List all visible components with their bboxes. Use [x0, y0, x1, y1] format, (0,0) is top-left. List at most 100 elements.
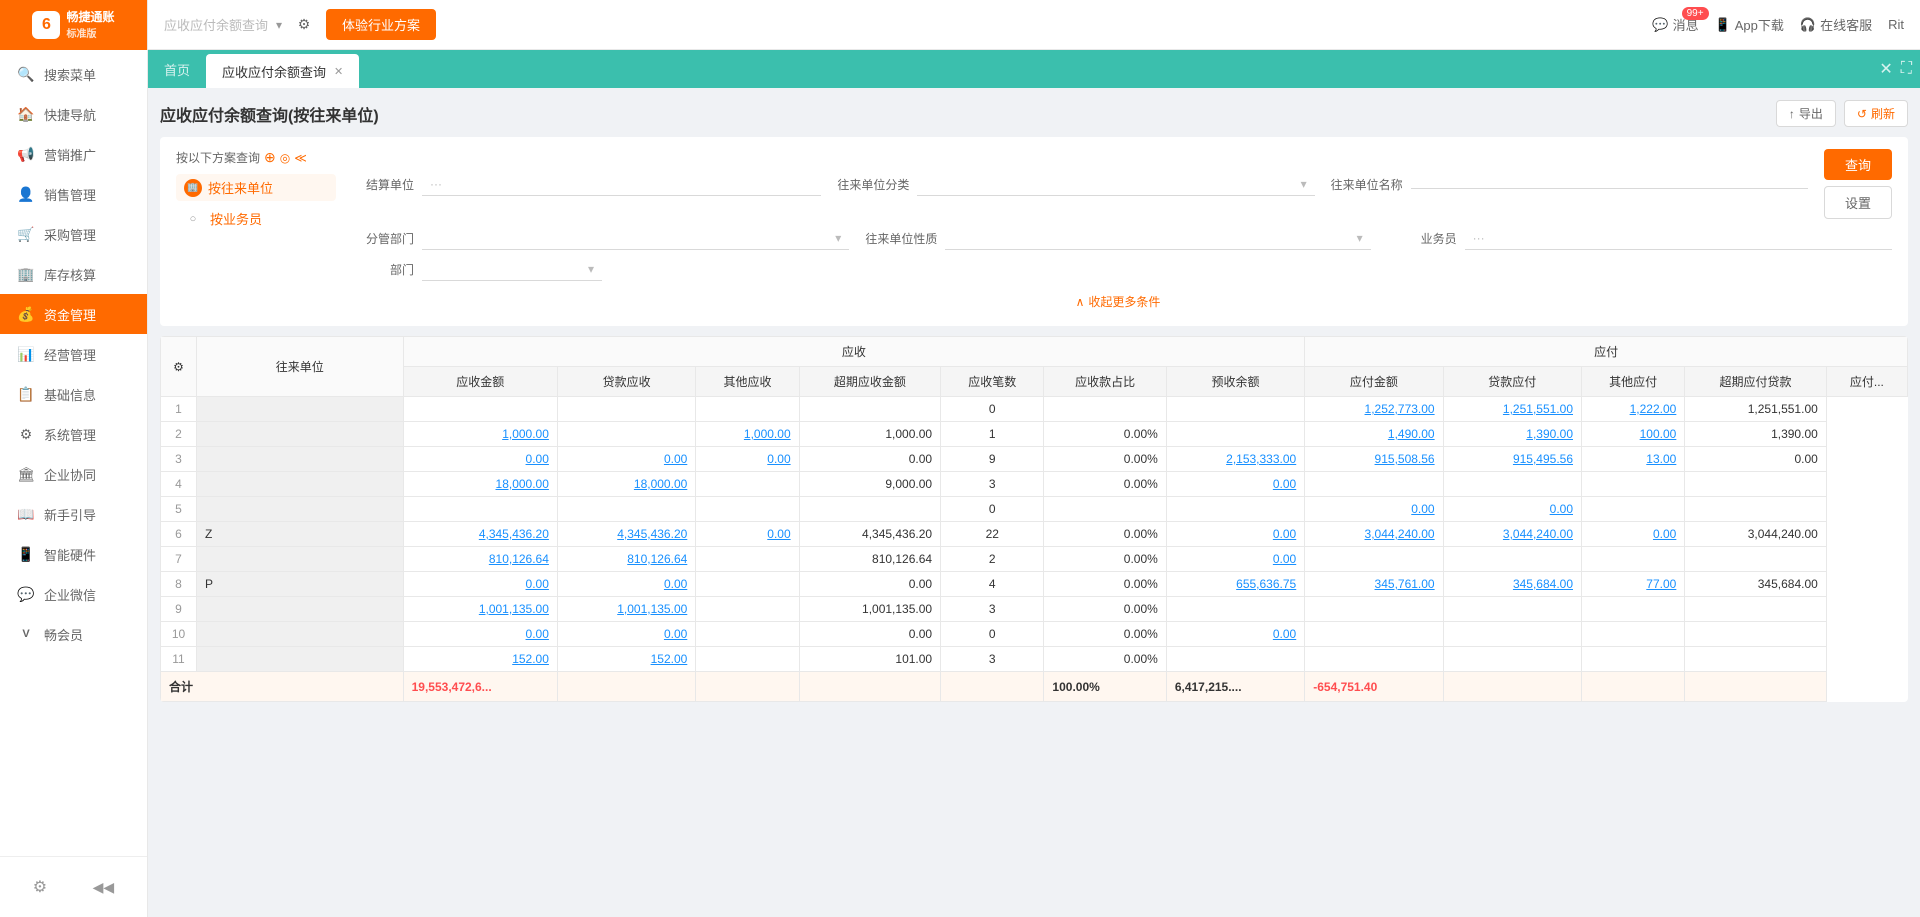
header-left: 应收应付余额查询 ▾ ⚙ 体验行业方案 — [164, 9, 436, 40]
cell-link[interactable]: 655,636.75 — [1236, 577, 1296, 591]
cell-link[interactable]: 18,000.00 — [634, 477, 687, 491]
sidebar-settings-btn[interactable]: ⚙ — [29, 873, 51, 901]
cell-link[interactable]: 152.00 — [512, 652, 549, 666]
cell-link[interactable]: 1,490.00 — [1388, 427, 1435, 441]
cell-link[interactable]: 0.00 — [664, 627, 687, 641]
sidebar-item-system[interactable]: ⚙ 系统管理 — [0, 414, 147, 454]
sidebar-item-quick-nav[interactable]: 🏠 快捷导航 — [0, 94, 147, 134]
cell-link[interactable]: 0.00 — [1550, 502, 1573, 516]
cell-link[interactable]: 0.00 — [1273, 552, 1296, 566]
cell-link[interactable]: 77.00 — [1646, 577, 1676, 591]
sidebar-item-label: 库存核算 — [44, 265, 96, 284]
settlement-unit-input[interactable]: ··· — [422, 173, 821, 196]
cell-link[interactable]: 3,044,240.00 — [1365, 527, 1435, 541]
messages-action[interactable]: 💬 消息 99+ — [1652, 15, 1698, 34]
footer-overdue-payable — [1685, 672, 1826, 702]
tab-home[interactable]: 首页 — [148, 50, 206, 88]
cell-link[interactable]: 0.00 — [1653, 527, 1676, 541]
cell-link[interactable]: 0.00 — [526, 577, 549, 591]
sidebar-item-inventory[interactable]: 🏢 库存核算 — [0, 254, 147, 294]
partner-name-input[interactable] — [1411, 180, 1808, 189]
cell-link[interactable]: 152.00 — [651, 652, 688, 666]
cell-link[interactable]: 100.00 — [1640, 427, 1677, 441]
filter-fields: 结算单位 ··· 往来单位分类 ▾ 往来单位名称 — [344, 149, 1892, 314]
tab-expand-icon[interactable]: ⛶ — [1901, 60, 1912, 78]
sidebar-item-purchase[interactable]: 🛒 采购管理 — [0, 214, 147, 254]
scheme-by-customer[interactable]: 🏢 按往来单位 — [176, 174, 336, 201]
add-scheme-icon[interactable]: ⊕ — [264, 149, 276, 166]
cell-link[interactable]: 0.00 — [526, 452, 549, 466]
cell-link[interactable]: 0.00 — [767, 527, 790, 541]
tab-close-all-icon[interactable]: ✕ — [1879, 59, 1892, 79]
scheme-by-salesman[interactable]: ○ 按业务员 — [176, 205, 336, 232]
partner-nature-input[interactable]: ▾ — [945, 227, 1370, 250]
sidebar-item-guide[interactable]: 📖 新手引导 — [0, 494, 147, 534]
filter-row-2: 分管部门 ▾ 往来单位性质 ▾ 业务员 ··· — [344, 227, 1892, 250]
cell-link[interactable]: 1,252,773.00 — [1365, 402, 1435, 416]
cell-link[interactable]: 0.00 — [1273, 627, 1296, 641]
tab-ar-ap-query[interactable]: 应收应付余额查询 ✕ — [206, 54, 359, 88]
online-service-action[interactable]: 🎧 在线客服 — [1800, 15, 1872, 34]
cell-link[interactable]: 1,251,551.00 — [1503, 402, 1573, 416]
cell-link[interactable]: 1,222.00 — [1630, 402, 1677, 416]
cell-link[interactable]: 1,000.00 — [744, 427, 791, 441]
partner-category-input[interactable]: ▾ — [917, 173, 1314, 196]
tab-close-icon[interactable]: ✕ — [334, 65, 343, 78]
cell-link[interactable]: 1,390.00 — [1526, 427, 1573, 441]
cell-link[interactable]: 1,000.00 — [502, 427, 549, 441]
refresh-button[interactable]: ↺ 刷新 — [1844, 100, 1908, 127]
query-button[interactable]: 查询 — [1824, 149, 1892, 180]
sidebar-item-label: 资金管理 — [44, 305, 96, 324]
cell-link[interactable]: 3,044,240.00 — [1503, 527, 1573, 541]
sidebar-item-member[interactable]: V 畅会员 — [0, 614, 147, 654]
cell-link[interactable]: 1,001,135.00 — [479, 602, 549, 616]
user-info[interactable]: Rit — [1888, 17, 1904, 32]
chevron-down-icon[interactable]: ▾ — [276, 18, 282, 32]
cell-link[interactable]: 0.00 — [664, 577, 687, 591]
sidebar-item-sales[interactable]: 👤 销售管理 — [0, 174, 147, 214]
cell-link[interactable]: 0.00 — [664, 452, 687, 466]
sidebar-item-smart-hardware[interactable]: 📱 智能硬件 — [0, 534, 147, 574]
dept-manager-input[interactable]: ▾ — [422, 227, 849, 250]
cell-link[interactable]: 0.00 — [767, 452, 790, 466]
cell-link[interactable]: 345,684.00 — [1513, 577, 1573, 591]
salesman-input[interactable]: ··· — [1465, 227, 1892, 250]
collapse-filters-btn[interactable]: ∧ 收起更多条件 — [344, 289, 1892, 314]
promo-button[interactable]: 体验行业方案 — [326, 9, 436, 40]
cell-link[interactable]: 13.00 — [1646, 452, 1676, 466]
cell-link[interactable]: 915,495.56 — [1513, 452, 1573, 466]
sidebar-item-enterprise[interactable]: 🏛 企业协同 — [0, 454, 147, 494]
filter-field-partner-name: 往来单位名称 — [1331, 176, 1808, 193]
sidebar-item-marketing[interactable]: 📢 营销推广 — [0, 134, 147, 174]
cell-link[interactable]: 810,126.64 — [489, 552, 549, 566]
cell-link[interactable]: 345,761.00 — [1375, 577, 1435, 591]
col-config-header[interactable]: ⚙ — [161, 337, 197, 397]
sidebar-item-label: 基础信息 — [44, 385, 96, 404]
cell-link[interactable]: 18,000.00 — [496, 477, 549, 491]
app-download-action[interactable]: 📱 App下载 — [1715, 15, 1784, 34]
header-gear-icon[interactable]: ⚙ — [290, 11, 318, 39]
dept-input[interactable]: ▾ — [422, 258, 602, 281]
cell-link[interactable]: 0.00 — [1273, 527, 1296, 541]
cell-link[interactable]: 810,126.64 — [627, 552, 687, 566]
cell-link[interactable]: 4,345,436.20 — [479, 527, 549, 541]
sidebar-collapse-btn[interactable]: ◀◀ — [89, 875, 119, 900]
sidebar-item-label: 企业协同 — [44, 465, 96, 484]
cell-link[interactable]: 0.00 — [1411, 502, 1434, 516]
sidebar-item-wechat[interactable]: 💬 企业微信 — [0, 574, 147, 614]
cell-link[interactable]: 0.00 — [526, 627, 549, 641]
sidebar-item-search[interactable]: 🔍 搜索菜单 — [0, 54, 147, 94]
sidebar-item-finance[interactable]: 💰 资金管理 — [0, 294, 147, 334]
cell-link[interactable]: 4,345,436.20 — [617, 527, 687, 541]
settings-scheme-icon[interactable]: ◎ — [280, 151, 290, 165]
cell-link[interactable]: 1,001,135.00 — [617, 602, 687, 616]
sidebar-item-operation[interactable]: 📊 经营管理 — [0, 334, 147, 374]
cell-link[interactable]: 915,508.56 — [1375, 452, 1435, 466]
export-button[interactable]: ↑ 导出 — [1776, 100, 1836, 127]
sidebar-item-basic[interactable]: 📋 基础信息 — [0, 374, 147, 414]
cell-link[interactable]: 0.00 — [1273, 477, 1296, 491]
settings-button[interactable]: 设置 — [1824, 186, 1892, 219]
collapse-scheme-icon[interactable]: ≪ — [294, 151, 307, 165]
logo-icon: 6 — [32, 11, 60, 39]
cell-link[interactable]: 2,153,333.00 — [1226, 452, 1296, 466]
